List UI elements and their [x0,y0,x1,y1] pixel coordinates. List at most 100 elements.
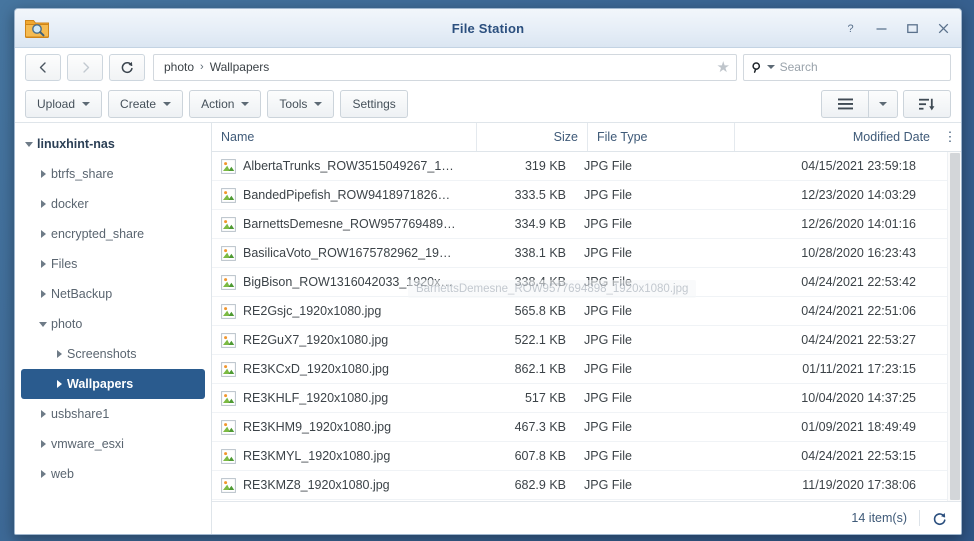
sidebar-item-wallpapers[interactable]: Wallpapers [21,369,205,399]
sidebar-item-web[interactable]: web [21,459,205,489]
chevron-down-icon[interactable] [35,321,51,327]
image-file-icon [221,158,236,174]
tools-button-label: Tools [279,97,308,111]
chevron-right-icon[interactable] [35,410,51,418]
window-titlebar: File Station ? [15,9,961,48]
breadcrumb-item-photo[interactable]: photo [164,60,194,74]
file-name-label: BigBison_ROW1316042033_1920x1... [243,275,456,289]
file-size-cell: 862.1 KB [514,362,566,376]
search-box[interactable] [743,53,951,81]
action-button-label: Action [201,97,235,111]
file-name-cell: RE3KMZ8_1920x1080.jpg [212,477,465,493]
table-row[interactable]: RE3KCxD_1920x1080.jpg 862.1 KB JPG File 01/… [212,355,947,384]
sidebar-item-usbshare1[interactable]: usbshare1 [21,399,205,429]
scrollbar-thumb[interactable] [949,153,960,500]
help-button[interactable]: ? [843,21,858,36]
table-row[interactable]: AlbertaTrunks_ROW3515049267_19... 319 KB J… [212,152,947,181]
table-row[interactable]: RE3KHLF_1920x1080.jpg 517 KB JPG File 10/04… [212,384,947,413]
file-name-cell: RE2Gsjc_1920x1080.jpg [212,303,465,319]
column-options-button[interactable]: ⋮ [939,123,961,151]
status-refresh-button[interactable] [932,511,947,526]
favorite-star-icon[interactable]: ★ [717,60,730,75]
chevron-right-icon[interactable] [51,350,67,358]
chevron-right-icon[interactable] [35,470,51,478]
sort-button[interactable] [903,90,951,118]
create-button[interactable]: Create [108,90,184,118]
sidebar-item-label: Files [51,257,78,271]
close-button[interactable] [936,21,951,36]
minimize-button[interactable] [874,21,889,36]
file-type-cell: JPG File [584,188,632,202]
action-button[interactable]: Action [189,90,262,118]
maximize-button[interactable] [905,21,920,36]
chevron-right-icon[interactable] [35,290,51,298]
file-type-cell: JPG File [584,217,632,231]
file-name-cell: BandedPipefish_ROW9418971826_1... [212,187,465,203]
view-mode-dropdown-button[interactable] [868,90,898,118]
file-date-cell: 04/24/2021 22:53:42 [801,275,916,289]
upload-button-label: Upload [37,97,76,111]
sidebar-item-netbackup[interactable]: NetBackup [21,279,205,309]
tools-button[interactable]: Tools [267,90,335,118]
sidebar-item-screenshots[interactable]: Screenshots [21,339,205,369]
search-input[interactable] [777,59,943,75]
breadcrumb-bar[interactable]: photo › Wallpapers ★ [153,53,737,81]
chevron-right-icon[interactable] [35,230,51,238]
sidebar-item-btrfs-share[interactable]: btrfs_share [21,159,205,189]
table-row[interactable]: BasilicaVoto_ROW1675782962_1920... 338.1 … [212,239,947,268]
chevron-down-icon [241,102,250,106]
sidebar-item-label: NetBackup [51,287,113,301]
chevron-right-icon[interactable] [35,200,51,208]
table-row[interactable]: RE2Gsjc_1920x1080.jpg 565.8 KB JPG File 04/… [212,297,947,326]
minimize-icon [876,27,887,30]
vertical-scrollbar[interactable] [947,152,961,501]
chevron-right-icon[interactable] [51,380,67,388]
column-header-modified-date[interactable]: Modified Date [735,123,939,151]
file-list: AlbertaTrunks_ROW3515049267_19... 319 KB J… [212,152,947,501]
window-controls: ? [843,21,951,36]
table-row[interactable]: RE2GuX7_1920x1080.jpg 522.1 KB JPG File 04/… [212,326,947,355]
view-mode-split-button [821,90,898,118]
column-header-file-type[interactable]: File Type [588,123,735,151]
column-header-name[interactable]: Name [212,123,477,151]
chevron-right-icon[interactable] [35,440,51,448]
refresh-icon [121,61,133,74]
sidebar-item-docker[interactable]: docker [21,189,205,219]
file-list-header: Name Size File Type Modified Date ⋮ [212,123,961,152]
table-row[interactable] [212,500,947,501]
sidebar-item-photo[interactable]: photo [21,309,205,339]
breadcrumb-separator-icon: › [200,61,204,73]
file-date-cell: 01/11/2021 17:23:15 [802,362,916,376]
table-row[interactable]: BigBison_ROW1316042033_1920x1... 338.4 KB… [212,268,947,297]
image-file-icon [221,216,236,232]
column-header-size[interactable]: Size [477,123,588,151]
file-name-cell: RE3KHM9_1920x1080.jpg [212,419,465,435]
sidebar-item-files[interactable]: Files [21,249,205,279]
table-row[interactable]: RE3KMYL_1920x1080.jpg 607.8 KB JPG File 04/… [212,442,947,471]
maximize-icon [907,23,918,33]
item-count-label: 14 item(s) [851,511,907,525]
table-row[interactable]: BandedPipefish_ROW9418971826_1... 333.5 K… [212,181,947,210]
table-row[interactable]: BarnettsDemesne_ROW9577694898... 334.9 KB… [212,210,947,239]
back-button[interactable] [25,53,61,81]
chevron-down-icon[interactable] [21,141,37,147]
breadcrumb-item-wallpapers[interactable]: Wallpapers [210,60,270,74]
upload-button[interactable]: Upload [25,90,103,118]
close-icon [938,23,949,33]
table-row[interactable]: RE3KMZ8_1920x1080.jpg 682.9 KB JPG File 11/… [212,471,947,500]
image-file-icon [221,448,236,464]
table-row[interactable]: RE3KHM9_1920x1080.jpg 467.3 KB JPG File 01/… [212,413,947,442]
image-file-icon [221,361,236,377]
forward-button[interactable] [67,53,103,81]
sidebar-item-encrypted-share[interactable]: encrypted_share [21,219,205,249]
refresh-button[interactable] [109,53,145,81]
list-view-button[interactable] [821,90,868,118]
sidebar-item-vmware-esxi[interactable]: vmware_esxi [21,429,205,459]
sidebar-item-linuxhint-nas[interactable]: linuxhint-nas [21,129,205,159]
settings-button[interactable]: Settings [340,90,408,118]
chevron-right-icon[interactable] [35,170,51,178]
chevron-right-icon[interactable] [35,260,51,268]
file-size-cell: 338.1 KB [514,246,566,260]
search-options-caret-icon[interactable] [766,65,775,69]
svg-text:?: ? [847,23,853,35]
